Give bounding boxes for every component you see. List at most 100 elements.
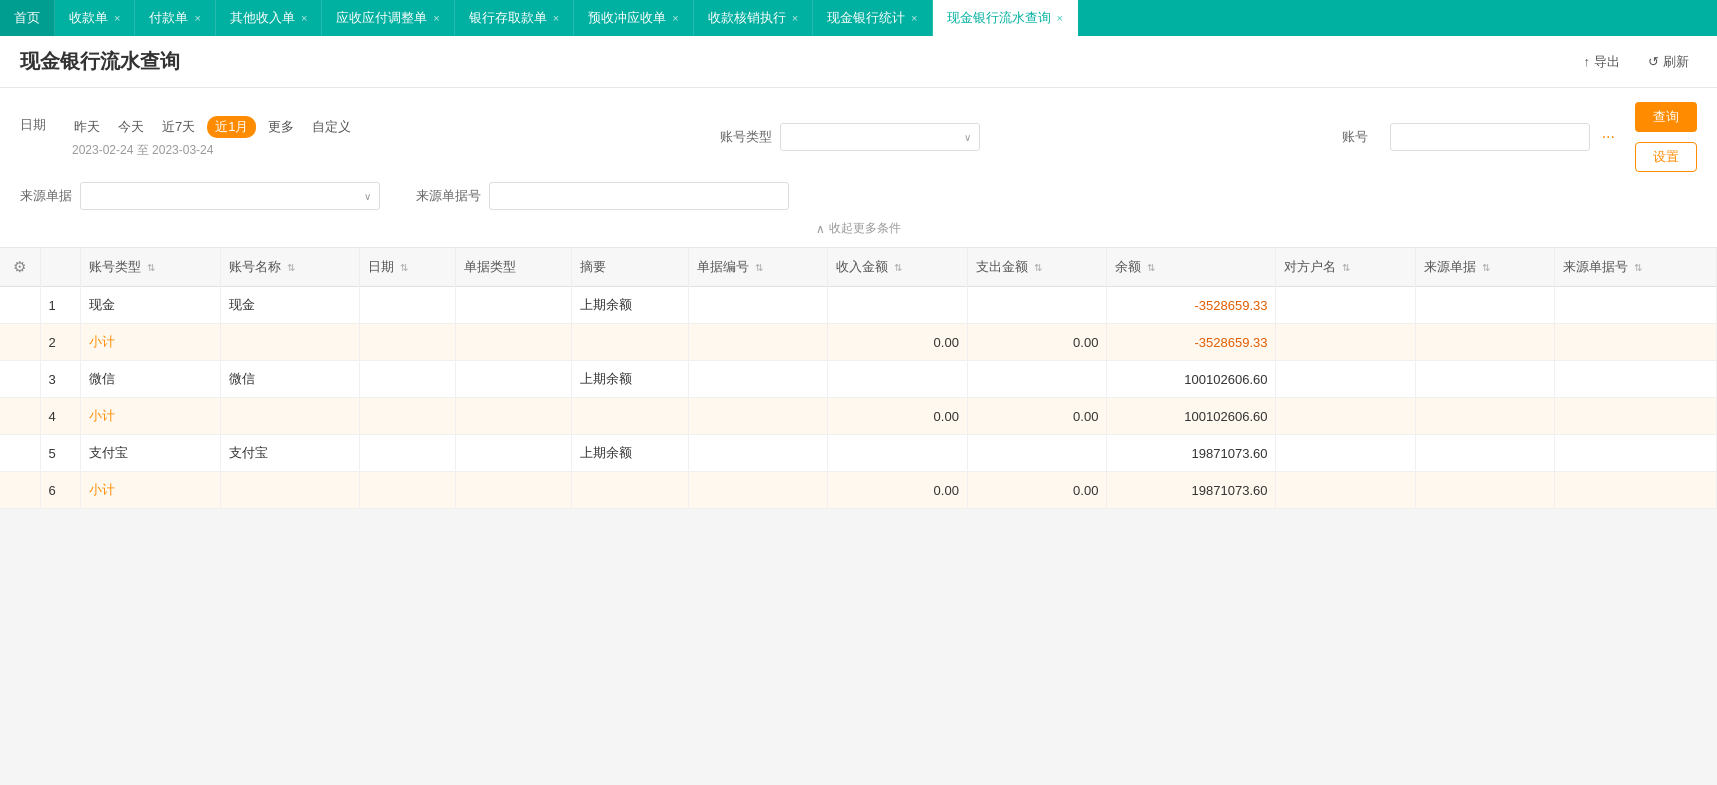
nav-tab-cash-bank-stats-label: 现金银行统计 [827, 9, 905, 27]
table-row[interactable]: 2 小计 0.00 0.00 -3528659.33 [0, 324, 1717, 361]
col-source-doc[interactable]: 来源单据 ⇅ [1415, 248, 1554, 287]
cell-source-doc [1415, 398, 1554, 435]
date-btn-1month[interactable]: 近1月 [207, 116, 256, 138]
date-btn-today[interactable]: 今天 [112, 116, 150, 138]
cell-source-doc-no [1555, 472, 1717, 509]
source-doc-no-input[interactable] [489, 182, 789, 210]
cell-date [360, 324, 456, 361]
nav-tab-bank-deposit-close[interactable]: × [553, 12, 559, 24]
refresh-label: 刷新 [1663, 53, 1689, 71]
nav-tab-other-income-close[interactable]: × [301, 12, 307, 24]
cell-summary [572, 472, 688, 509]
cell-date [360, 398, 456, 435]
source-doc-chevron: ∨ [364, 191, 371, 202]
query-button[interactable]: 查询 [1635, 102, 1697, 132]
date-btn-7days[interactable]: 近7天 [156, 116, 201, 138]
nav-tab-cash-bank-stats[interactable]: 现金银行统计 × [813, 0, 932, 36]
nav-tab-advance-offset[interactable]: 预收冲应收单 × [574, 0, 693, 36]
more-options-btn[interactable]: ··· [1598, 128, 1619, 146]
nav-tab-payment[interactable]: 付款单 × [135, 0, 215, 36]
col-date[interactable]: 日期 ⇅ [360, 248, 456, 287]
col-expense[interactable]: 支出金额 ⇅ [967, 248, 1106, 287]
cell-date [360, 435, 456, 472]
nav-tab-payment-close[interactable]: × [194, 12, 200, 24]
col-source-doc-no[interactable]: 来源单据号 ⇅ [1555, 248, 1717, 287]
nav-tab-cash-bank-flow-close[interactable]: × [1057, 12, 1063, 24]
col-source-doc-sort: ⇅ [1482, 262, 1490, 273]
source-doc-select[interactable]: ∨ [80, 182, 380, 210]
nav-tab-ap-adjust-close[interactable]: × [433, 12, 439, 24]
page-header: 现金银行流水查询 ↑ 导出 ↺ 刷新 [0, 36, 1717, 88]
collapse-bar[interactable]: ∧ 收起更多条件 [20, 220, 1697, 237]
cell-account-name: 微信 [220, 361, 359, 398]
cell-num: 6 [40, 472, 81, 509]
export-button[interactable]: ↑ 导出 [1576, 49, 1629, 75]
table-row[interactable]: 1 现金 现金 上期余额 -3528659.33 [0, 287, 1717, 324]
gear-icon[interactable]: ⚙ [13, 258, 26, 275]
nav-tab-collection-exec[interactable]: 收款核销执行 × [694, 0, 813, 36]
nav-tab-ap-adjust[interactable]: 应收应付调整单 × [322, 0, 454, 36]
col-income[interactable]: 收入金额 ⇅ [828, 248, 967, 287]
col-balance[interactable]: 余额 ⇅ [1107, 248, 1276, 287]
cell-expense [967, 287, 1106, 324]
nav-tab-bank-deposit-label: 银行存取款单 [469, 9, 547, 27]
nav-tab-cash-bank-flow[interactable]: 现金银行流水查询 × [933, 0, 1078, 36]
col-account-name[interactable]: 账号名称 ⇅ [220, 248, 359, 287]
cell-summary: 上期余额 [572, 435, 688, 472]
nav-tab-bank-deposit[interactable]: 银行存取款单 × [455, 0, 574, 36]
nav-tab-cash-bank-stats-close[interactable]: × [911, 12, 917, 24]
cell-doc-no [688, 435, 827, 472]
col-counterpart-sort: ⇅ [1342, 262, 1350, 273]
cell-account-type: 小计 [81, 472, 220, 509]
settings-button[interactable]: 设置 [1635, 142, 1697, 172]
date-filter-group: 日期 昨天 今天 近7天 近1月 更多 自定义 2023-02-24 至 202… [20, 116, 357, 159]
cell-source-doc-no [1555, 361, 1717, 398]
nav-tab-receipt-close[interactable]: × [114, 12, 120, 24]
table-row[interactable]: 3 微信 微信 上期余额 100102606.60 [0, 361, 1717, 398]
source-doc-no-filter: 来源单据号 [416, 182, 789, 210]
nav-tab-receipt[interactable]: 收款单 × [55, 0, 135, 36]
account-type-select[interactable]: ∨ [780, 123, 980, 151]
col-account-type-label: 账号类型 [89, 259, 141, 274]
cell-date [360, 361, 456, 398]
cell-source-doc-no [1555, 398, 1717, 435]
nav-tab-home[interactable]: 首页 [0, 0, 55, 36]
nav-tab-advance-offset-close[interactable]: × [672, 12, 678, 24]
date-btn-yesterday[interactable]: 昨天 [68, 116, 106, 138]
cell-doc-no [688, 287, 827, 324]
account-number-input[interactable] [1390, 123, 1590, 151]
cell-balance: 19871073.60 [1107, 472, 1276, 509]
right-actions: 查询 设置 [1635, 102, 1697, 172]
col-date-sort: ⇅ [400, 262, 408, 273]
table-row[interactable]: 5 支付宝 支付宝 上期余额 19871073.60 [0, 435, 1717, 472]
data-table: ⚙ 账号类型 ⇅ 账号名称 ⇅ 日期 ⇅ 单据类型 [0, 248, 1717, 509]
col-counterpart[interactable]: 对方户名 ⇅ [1276, 248, 1415, 287]
cell-counterpart [1276, 472, 1415, 509]
date-btn-more[interactable]: 更多 [262, 116, 300, 138]
table-row[interactable]: 4 小计 0.00 0.00 100102606.60 [0, 398, 1717, 435]
cell-income [828, 435, 967, 472]
cell-doc-no [688, 361, 827, 398]
col-expense-label: 支出金额 [976, 259, 1028, 274]
cell-summary: 上期余额 [572, 361, 688, 398]
cell-doc-no [688, 398, 827, 435]
col-settings[interactable]: ⚙ [0, 248, 40, 287]
col-account-name-sort: ⇅ [287, 262, 295, 273]
col-income-label: 收入金额 [836, 259, 888, 274]
cell-income: 0.00 [828, 472, 967, 509]
header-actions: ↑ 导出 ↺ 刷新 [1576, 49, 1698, 75]
date-btn-custom[interactable]: 自定义 [306, 116, 357, 138]
col-account-type[interactable]: 账号类型 ⇅ [81, 248, 220, 287]
table-row[interactable]: 6 小计 0.00 0.00 19871073.60 [0, 472, 1717, 509]
cell-doc-type [455, 324, 571, 361]
col-balance-sort: ⇅ [1147, 262, 1155, 273]
nav-tab-collection-exec-close[interactable]: × [792, 12, 798, 24]
refresh-button[interactable]: ↺ 刷新 [1640, 49, 1697, 75]
col-doc-no[interactable]: 单据编号 ⇅ [688, 248, 827, 287]
account-type-label: 账号类型 [720, 128, 772, 146]
nav-tab-other-income[interactable]: 其他收入单 × [216, 0, 322, 36]
cell-expense: 0.00 [967, 324, 1106, 361]
source-doc-filter: 来源单据 ∨ [20, 182, 380, 210]
col-doc-type: 单据类型 [455, 248, 571, 287]
table-container: ⚙ 账号类型 ⇅ 账号名称 ⇅ 日期 ⇅ 单据类型 [0, 248, 1717, 509]
